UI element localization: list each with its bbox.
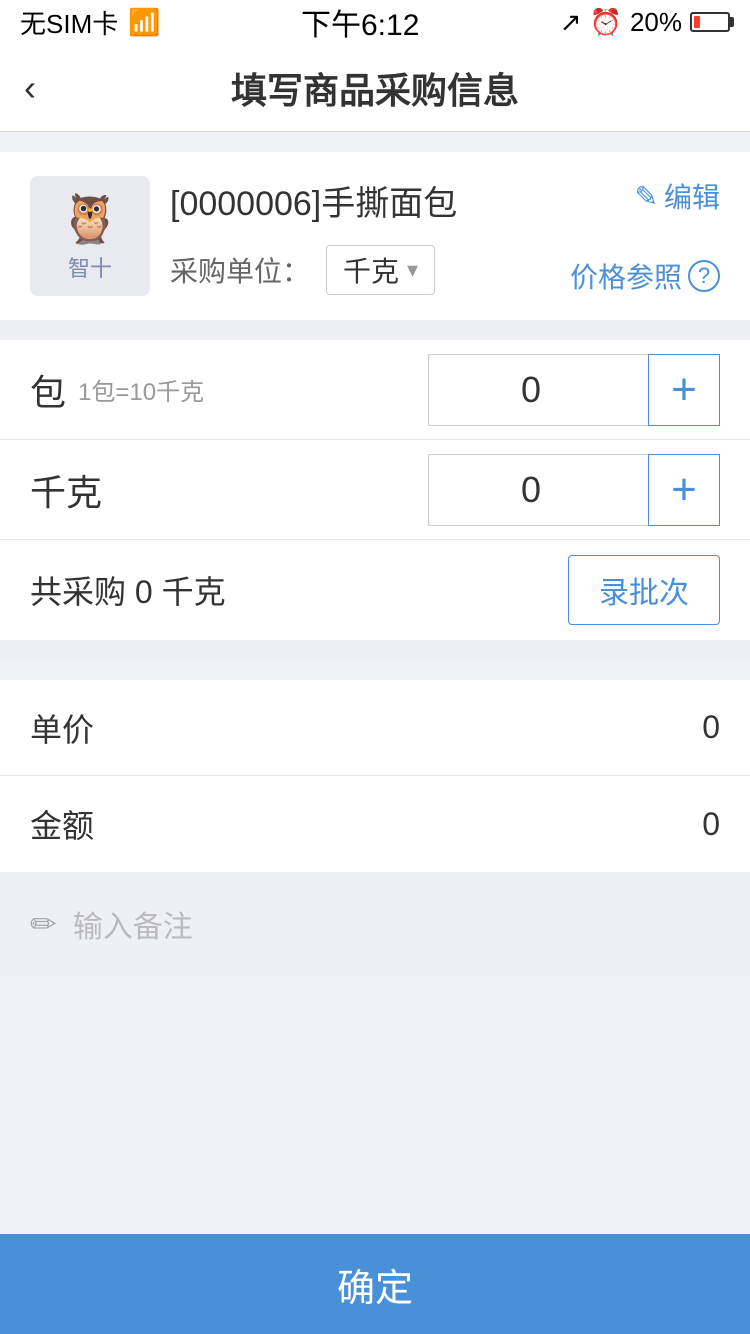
summary-row: 共采购 0 千克 录批次 (0, 540, 750, 640)
product-thumbnail: 🦉 智十 (30, 176, 150, 296)
main-background (0, 976, 750, 1276)
price-ref-label: 价格参照 (570, 256, 682, 296)
status-bar: 无SIM卡 📶 下午6:12 ↗ ⏰ 20% (0, 0, 750, 44)
price-info-section: 单价 0 金额 0 (0, 680, 750, 872)
back-button[interactable]: ‹ (24, 67, 36, 109)
page-title: 填写商品采购信息 (231, 62, 519, 114)
kg-plus-button[interactable]: + (648, 454, 720, 526)
battery-icon (690, 12, 730, 32)
product-thumb-icon: 🦉 (60, 190, 120, 247)
confirm-button[interactable]: 确定 (0, 1234, 750, 1334)
unit-price-label: 单价 (30, 705, 94, 751)
amount-row: 金额 0 (0, 776, 750, 872)
product-thumb-text: 智十 (68, 251, 112, 283)
unit-price-row: 单价 0 (0, 680, 750, 776)
pack-plus-button[interactable]: + (648, 354, 720, 426)
summary-text: 共采购 0 千克 (30, 567, 226, 613)
pencil-icon: ✏ (30, 905, 57, 943)
pack-quantity-wrap: + (428, 354, 720, 426)
separator-2 (0, 640, 750, 660)
wifi-icon: 📶 (128, 7, 160, 38)
product-card: 🦉 智十 [0000006]手撕面包 采购单位： 千克 ▾ ✎ 编辑 价格参照 … (0, 152, 750, 320)
unit-label: 采购单位： (170, 250, 310, 290)
status-time: 下午6:12 (301, 0, 419, 44)
unit-select[interactable]: 千克 ▾ (326, 245, 435, 295)
input-section: 包 1包=10千克 + 千克 + (0, 340, 750, 540)
alarm-icon: ⏰ (590, 7, 622, 38)
record-batch-button[interactable]: 录批次 (568, 555, 720, 625)
edit-button[interactable]: ✎ 编辑 (635, 176, 720, 216)
unit-price-value: 0 (702, 709, 720, 746)
battery-text: 20% (630, 7, 682, 38)
note-placeholder: 输入备注 (73, 902, 193, 946)
status-left: 无SIM卡 📶 (20, 4, 161, 41)
kg-quantity-input[interactable] (428, 454, 648, 526)
nav-bar: ‹ 填写商品采购信息 (0, 44, 750, 132)
pack-label: 包 (30, 364, 66, 416)
kg-input-row: 千克 + (0, 440, 750, 540)
amount-label: 金额 (30, 801, 94, 847)
unit-value: 千克 (343, 250, 399, 290)
chevron-down-icon: ▾ (407, 257, 418, 283)
help-icon: ? (688, 260, 720, 292)
amount-value: 0 (702, 806, 720, 843)
edit-label: 编辑 (664, 176, 720, 216)
kg-quantity-wrap: + (428, 454, 720, 526)
location-icon: ↗ (560, 7, 582, 38)
carrier-text: 无SIM卡 (20, 4, 118, 41)
status-right: ↗ ⏰ 20% (560, 7, 730, 38)
note-area[interactable]: ✏ 输入备注 (0, 872, 750, 976)
edit-icon: ✎ (635, 180, 658, 213)
separator-1 (0, 320, 750, 340)
price-ref-button[interactable]: 价格参照 ? (570, 256, 720, 296)
pack-sub-label: 1包=10千克 (78, 372, 428, 407)
pack-quantity-input[interactable] (428, 354, 648, 426)
kg-label: 千克 (30, 464, 102, 516)
pack-input-row: 包 1包=10千克 + (0, 340, 750, 440)
